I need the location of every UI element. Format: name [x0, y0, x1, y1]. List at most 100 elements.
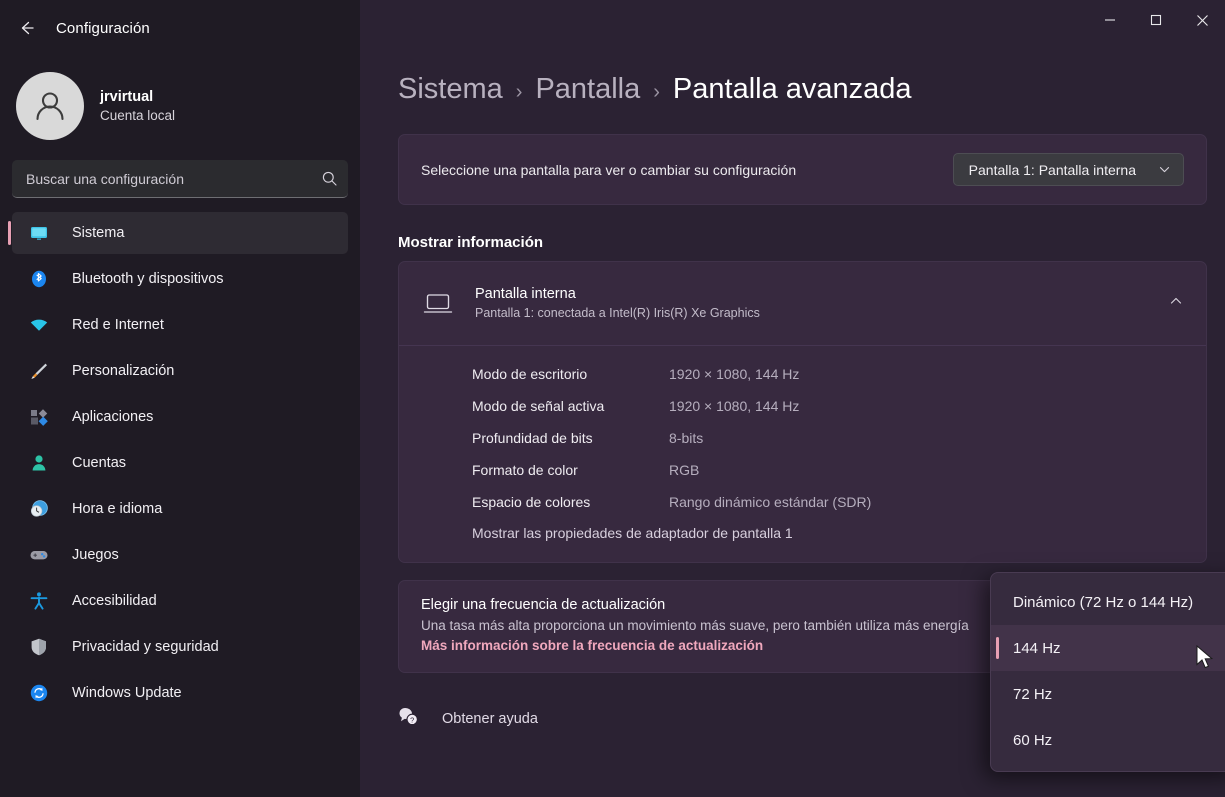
- display-select-value: Pantalla 1: Pantalla interna: [969, 162, 1136, 178]
- detail-row: Modo de señal activa 1920 × 1080, 144 Hz: [399, 390, 1206, 422]
- sidebar-item-label: Personalización: [72, 363, 174, 379]
- sidebar-item-accesibilidad[interactable]: Accesibilidad: [12, 580, 348, 622]
- sidebar-item-personalizacion[interactable]: Personalización: [12, 350, 348, 392]
- person-avatar-icon: [29, 85, 71, 127]
- title-bar: Configuración: [0, 0, 1225, 56]
- get-help-row[interactable]: ? Obtener ayuda: [398, 701, 608, 737]
- detail-key: Profundidad de bits: [472, 430, 669, 446]
- arrow-left-icon: [17, 18, 37, 38]
- sidebar-item-label: Hora e idioma: [72, 501, 162, 517]
- close-button[interactable]: [1179, 0, 1225, 40]
- apps-icon: [28, 406, 50, 428]
- breadcrumb-separator: ›: [653, 81, 660, 104]
- gamepad-icon: [28, 544, 50, 566]
- sidebar-item-label: Windows Update: [72, 685, 182, 701]
- maximize-icon: [1150, 14, 1162, 26]
- profile-text: jrvirtual Cuenta local: [100, 88, 175, 124]
- sidebar-item-label: Aplicaciones: [72, 409, 153, 425]
- window-controls: [1087, 0, 1225, 56]
- sidebar-item-label: Juegos: [72, 547, 119, 563]
- sidebar-item-label: Accesibilidad: [72, 593, 157, 609]
- refresh-rate-description-text: Una tasa más alta proporciona un movimie…: [421, 618, 969, 633]
- refresh-rate-option-72hz[interactable]: 72 Hz: [991, 671, 1225, 717]
- sidebar-item-aplicaciones[interactable]: Aplicaciones: [12, 396, 348, 438]
- display-info-section-title: Mostrar información: [398, 234, 1225, 251]
- account-icon: [28, 452, 50, 474]
- refresh-rate-option-dinamico[interactable]: Dinámico (72 Hz o 144 Hz): [991, 579, 1225, 625]
- detail-row: Profundidad de bits 8-bits: [399, 422, 1206, 454]
- sidebar-item-label: Cuentas: [72, 455, 126, 471]
- display-adapter-properties-link[interactable]: Mostrar las propiedades de adaptador de …: [399, 518, 1206, 548]
- detail-key: Modo de escritorio: [472, 366, 669, 382]
- user-profile[interactable]: jrvirtual Cuenta local: [0, 56, 360, 142]
- sidebar-item-red-e-internet[interactable]: Red e Internet: [12, 304, 348, 346]
- breadcrumb-pantalla[interactable]: Pantalla: [535, 73, 640, 106]
- detail-value: 1920 × 1080, 144 Hz: [669, 366, 799, 382]
- search-box[interactable]: [12, 160, 348, 198]
- breadcrumb-sistema[interactable]: Sistema: [398, 73, 503, 106]
- help-question-icon: ?: [398, 706, 420, 733]
- sidebar-item-label: Bluetooth y dispositivos: [72, 271, 224, 287]
- display-details-list: Modo de escritorio 1920 × 1080, 144 Hz M…: [399, 346, 1206, 562]
- display-expander-title: Pantalla interna: [475, 285, 760, 305]
- display-select-dropdown[interactable]: Pantalla 1: Pantalla interna: [953, 153, 1184, 186]
- display-expander-header[interactable]: Pantalla interna Pantalla 1: conectada a…: [399, 262, 1206, 346]
- sidebar-item-juegos[interactable]: Juegos: [12, 534, 348, 576]
- bluetooth-icon: [28, 268, 50, 290]
- detail-row: Modo de escritorio 1920 × 1080, 144 Hz: [399, 358, 1206, 390]
- laptop-display-icon: [421, 291, 455, 317]
- sidebar-item-label: Red e Internet: [72, 317, 164, 333]
- monitor-icon: [28, 222, 50, 244]
- clock-globe-icon: [28, 498, 50, 520]
- refresh-rate-description: Una tasa más alta proporciona un movimie…: [421, 616, 996, 655]
- detail-row: Formato de color RGB: [399, 454, 1206, 486]
- sidebar-item-sistema[interactable]: Sistema: [12, 212, 348, 254]
- chevron-down-icon: [1158, 163, 1171, 176]
- detail-row: Espacio de colores Rango dinámico estánd…: [399, 486, 1206, 518]
- avatar: [16, 72, 84, 140]
- search-icon: [321, 170, 338, 187]
- back-button[interactable]: [8, 9, 46, 47]
- sidebar-item-label: Sistema: [72, 225, 124, 241]
- chevron-up-icon: [1168, 293, 1184, 314]
- sidebar-item-bluetooth-y-dispositivos[interactable]: Bluetooth y dispositivos: [12, 258, 348, 300]
- paintbrush-icon: [28, 360, 50, 382]
- profile-name: jrvirtual: [100, 88, 175, 107]
- detail-value: 8-bits: [669, 430, 703, 446]
- display-select-card: Seleccione una pantalla para ver o cambi…: [398, 134, 1207, 205]
- refresh-rate-option-60hz[interactable]: 60 Hz: [991, 717, 1225, 763]
- refresh-rate-option-144hz[interactable]: 144 Hz: [991, 625, 1225, 671]
- minimize-icon: [1104, 14, 1116, 26]
- sidebar-item-hora-e-idioma[interactable]: Hora e idioma: [12, 488, 348, 530]
- detail-key: Modo de señal activa: [472, 398, 669, 414]
- display-info-card: Pantalla interna Pantalla 1: conectada a…: [398, 261, 1207, 563]
- accessibility-icon: [28, 590, 50, 612]
- refresh-rate-learn-more-link[interactable]: Más información sobre la frecuencia de a…: [421, 638, 763, 653]
- sidebar: jrvirtual Cuenta local Sistem: [0, 0, 360, 797]
- maximize-button[interactable]: [1133, 0, 1179, 40]
- profile-subtitle: Cuenta local: [100, 107, 175, 125]
- breadcrumb: Sistema › Pantalla › Pantalla avanzada: [360, 56, 1225, 106]
- sidebar-item-privacidad-y-seguridad[interactable]: Privacidad y seguridad: [12, 626, 348, 668]
- update-sync-icon: [28, 682, 50, 704]
- detail-value: Rango dinámico estándar (SDR): [669, 494, 871, 510]
- detail-value: RGB: [669, 462, 699, 478]
- detail-key: Formato de color: [472, 462, 669, 478]
- display-expander-text: Pantalla interna Pantalla 1: conectada a…: [475, 285, 760, 321]
- sidebar-item-label: Privacidad y seguridad: [72, 639, 219, 655]
- breadcrumb-separator: ›: [516, 81, 523, 104]
- svg-text:?: ?: [410, 715, 414, 724]
- sidebar-item-cuentas[interactable]: Cuentas: [12, 442, 348, 484]
- detail-key: Espacio de colores: [472, 494, 669, 510]
- detail-value: 1920 × 1080, 144 Hz: [669, 398, 799, 414]
- display-select-label: Seleccione una pantalla para ver o cambi…: [421, 162, 796, 178]
- minimize-button[interactable]: [1087, 0, 1133, 40]
- search-input[interactable]: [26, 171, 321, 187]
- close-icon: [1196, 14, 1209, 27]
- shield-icon: [28, 636, 50, 658]
- sidebar-item-windows-update[interactable]: Windows Update: [12, 672, 348, 714]
- settings-window: Configuración: [0, 0, 1225, 797]
- app-title: Configuración: [56, 20, 150, 37]
- wifi-icon: [28, 314, 50, 336]
- page-title: Pantalla avanzada: [673, 73, 912, 106]
